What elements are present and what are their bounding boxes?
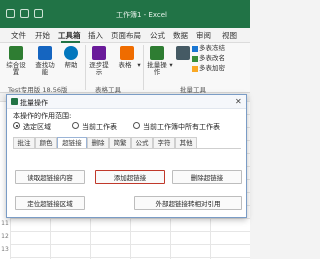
ribbon-button-encrypt-sheets[interactable]: 多表加密 xyxy=(199,65,225,72)
ribbon-button-freeze-sheets[interactable]: 多表冻结 xyxy=(199,45,225,52)
locate-hyperlinks-button[interactable]: 定位超链接区域 xyxy=(15,196,85,210)
subtab-delete[interactable]: 删除 xyxy=(87,137,109,148)
save-icon[interactable] xyxy=(6,9,15,18)
row-number: 13 xyxy=(1,246,9,253)
subtab-simplified-traditional[interactable]: 简繁 xyxy=(109,137,131,148)
rename-icon xyxy=(192,56,198,62)
radio-current-sheet[interactable] xyxy=(72,122,79,129)
convert-external-links-button[interactable]: 外部超链接转相对引用 xyxy=(134,196,242,210)
radio-all-sheets[interactable] xyxy=(133,122,140,129)
encrypt-icon xyxy=(192,66,198,72)
batch-dropdown-icon[interactable]: ▾ xyxy=(168,62,174,69)
tab-insert[interactable]: 插入 xyxy=(88,30,103,41)
step-hint-icon[interactable] xyxy=(92,46,106,60)
redo-icon[interactable] xyxy=(34,9,43,18)
tab-page-layout[interactable]: 页面布局 xyxy=(111,30,141,41)
tab-data[interactable]: 数据 xyxy=(173,30,188,41)
radio-selected-range[interactable] xyxy=(13,122,20,129)
settings-icon[interactable] xyxy=(9,46,23,60)
window-title: 工作簿1 - Excel xyxy=(116,11,167,19)
table-dropdown-icon[interactable]: ▾ xyxy=(136,62,142,69)
freeze-icon xyxy=(192,46,198,52)
ribbon-button-settings[interactable]: 综合设置 xyxy=(4,62,28,76)
subtab-characters[interactable]: 字符 xyxy=(153,137,175,148)
row-number: 11 xyxy=(1,220,9,227)
tab-formulas[interactable]: 公式 xyxy=(150,30,165,41)
lock-icon[interactable] xyxy=(176,46,190,60)
ribbon-button-batch[interactable]: 批量操作 xyxy=(145,62,169,76)
ribbon-button-rename-sheets[interactable]: 多表改名 xyxy=(199,55,225,62)
subtab-formula[interactable]: 公式 xyxy=(131,137,153,148)
subtab-divider xyxy=(13,148,241,149)
radio-label-selected-range[interactable]: 选定区域 xyxy=(23,122,51,132)
app-icon xyxy=(11,98,18,105)
ribbon-button-help[interactable]: 帮助 xyxy=(61,62,81,69)
batch-icon[interactable] xyxy=(150,46,164,60)
close-icon[interactable]: ✕ xyxy=(235,97,242,106)
search-icon[interactable] xyxy=(38,46,52,60)
add-hyperlinks-button[interactable]: 添加超链接 xyxy=(95,170,165,184)
tab-review[interactable]: 审阅 xyxy=(196,30,211,41)
help-icon[interactable] xyxy=(64,46,78,60)
scope-label: 本操作的作用范围: xyxy=(13,112,72,120)
table-icon[interactable] xyxy=(120,46,134,60)
tab-toolbox[interactable]: 工具箱 xyxy=(58,30,81,41)
ribbon-button-table[interactable]: 表格 xyxy=(114,62,136,69)
subtab-color[interactable]: 颜色 xyxy=(35,137,57,148)
tab-home[interactable]: 开始 xyxy=(35,30,50,41)
remove-hyperlinks-button[interactable]: 删除超链接 xyxy=(172,170,242,184)
read-hyperlinks-button[interactable]: 读取超链接内容 xyxy=(15,170,85,184)
subtab-comments[interactable]: 批注 xyxy=(13,137,35,148)
ribbon-separator xyxy=(85,45,86,90)
ribbon-separator xyxy=(143,45,144,90)
radio-label-all-sheets[interactable]: 当前工作簿中所有工作表 xyxy=(143,122,220,132)
dialog-title: 批量操作 xyxy=(20,99,48,107)
ribbon-button-step-hint[interactable]: 逐步提示 xyxy=(87,62,111,76)
tab-file[interactable]: 文件 xyxy=(11,30,26,41)
radio-label-current-sheet[interactable]: 当前工作表 xyxy=(82,122,117,132)
row-number: 12 xyxy=(1,233,9,240)
subtab-other[interactable]: 其他 xyxy=(175,137,197,148)
undo-icon[interactable] xyxy=(20,9,29,18)
ribbon-button-find[interactable]: 查找功能 xyxy=(33,62,57,76)
tab-view[interactable]: 视图 xyxy=(222,30,237,41)
